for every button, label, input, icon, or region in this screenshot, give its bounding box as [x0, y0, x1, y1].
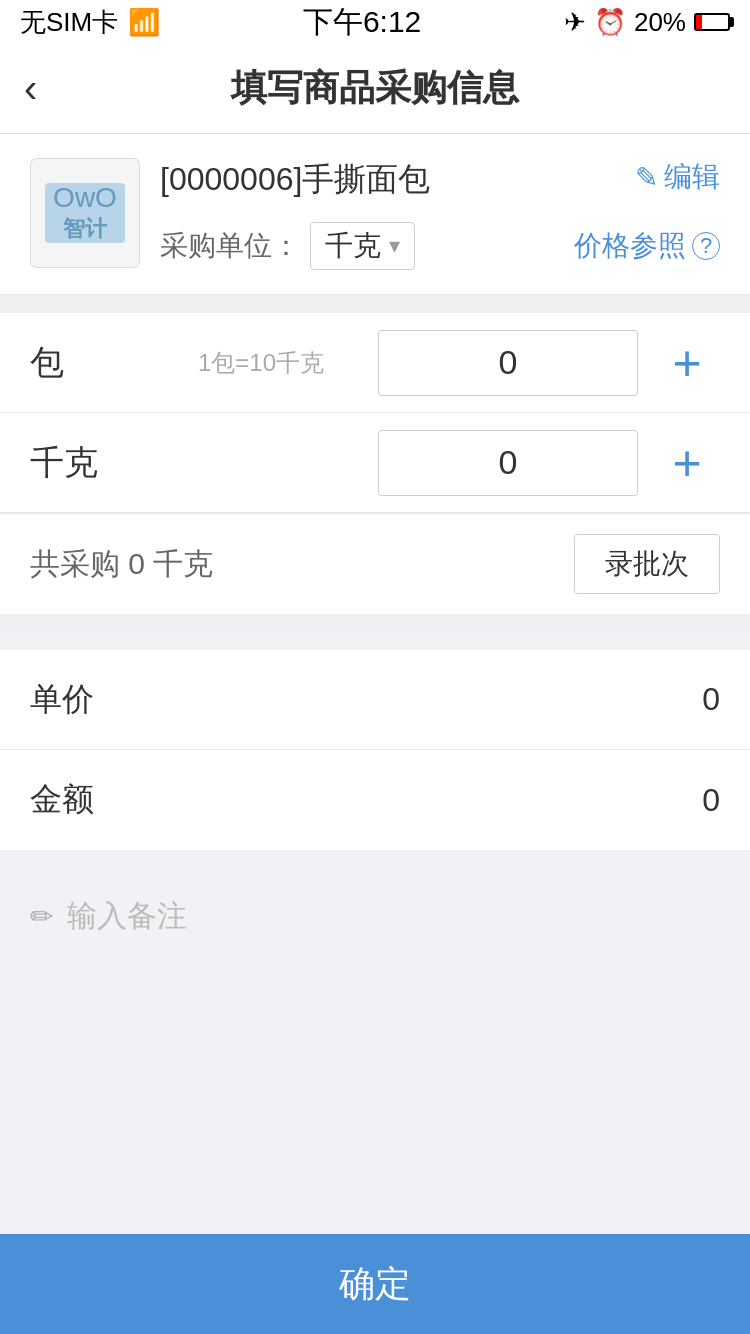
kg-input[interactable]	[378, 430, 638, 496]
page-title: 填写商品采购信息	[231, 64, 519, 113]
amount-row: 金额 0	[0, 750, 750, 850]
kg-label: 千克	[30, 440, 190, 486]
battery-icon	[694, 13, 730, 31]
amount-label: 金额	[30, 778, 94, 822]
kg-input-wrap: +	[190, 430, 720, 496]
logo-text: 智计	[63, 214, 107, 244]
kg-row: 千克 +	[0, 413, 750, 513]
product-info: [0000006]手撕面包 ✎ 编辑 采购单位： 千克 ▾ 价格参照 ?	[160, 158, 720, 270]
product-logo: OwO 智计	[45, 183, 125, 243]
carrier-label: 无SIM卡	[20, 5, 118, 40]
bao-plus-button[interactable]: +	[654, 330, 720, 396]
unit-selector[interactable]: 千克 ▾	[310, 222, 415, 270]
product-card: OwO 智计 [0000006]手撕面包 ✎ 编辑 采购单位： 千克 ▾ 价格参…	[0, 134, 750, 295]
alarm-icon: ⏰	[594, 7, 626, 38]
battery-percent: 20%	[634, 7, 686, 38]
dropdown-arrow-icon: ▾	[389, 233, 400, 259]
status-bar: 无SIM卡 📶 下午6:12 ✈ ⏰ 20%	[0, 0, 750, 44]
bao-input-section: 包 1包=10千克 +	[0, 313, 750, 413]
summary-section: 共采购 0 千克 录批次	[0, 513, 750, 614]
product-image: OwO 智计	[30, 158, 140, 268]
price-ref-button[interactable]: 价格参照 ?	[574, 227, 720, 265]
confirm-button[interactable]: 确定	[0, 1234, 750, 1334]
product-name: [0000006]手撕面包	[160, 158, 430, 202]
unit-value: 千克	[325, 227, 381, 265]
info-icon: ?	[692, 232, 720, 260]
product-unit-row: 采购单位： 千克 ▾ 价格参照 ?	[160, 222, 720, 270]
bao-input[interactable]	[378, 330, 638, 396]
amount-value: 0	[702, 782, 720, 819]
confirm-section: 确定	[0, 1234, 750, 1334]
edit-button[interactable]: ✎ 编辑	[635, 158, 720, 196]
unit-price-value: 0	[702, 681, 720, 718]
bao-sublabel: 1包=10千克	[198, 347, 324, 379]
status-left: 无SIM卡 📶	[20, 5, 160, 40]
status-right: ✈ ⏰ 20%	[564, 7, 730, 38]
unit-price-row: 单价 0	[0, 650, 750, 750]
location-icon: ✈	[564, 7, 586, 38]
back-button[interactable]: ‹	[24, 66, 37, 111]
unit-label-text: 采购单位：	[160, 227, 300, 265]
kg-plus-button[interactable]: +	[654, 430, 720, 496]
unit-price-label: 单价	[30, 678, 94, 722]
kg-input-section: 千克 +	[0, 413, 750, 513]
summary-row: 共采购 0 千克 录批次	[0, 514, 750, 614]
pencil-icon: ✏	[30, 900, 53, 933]
wifi-icon: 📶	[128, 7, 160, 38]
status-time: 下午6:12	[303, 2, 421, 43]
batch-button[interactable]: 录批次	[574, 534, 720, 594]
bao-row: 包 1包=10千克 +	[0, 313, 750, 413]
bao-label: 包	[30, 340, 190, 386]
summary-text: 共采购 0 千克	[30, 544, 213, 585]
section-divider-2	[0, 614, 750, 632]
section-divider-1	[0, 295, 750, 313]
product-header: [0000006]手撕面包 ✎ 编辑	[160, 158, 720, 202]
logo-eyes-icon: OwO	[53, 182, 117, 214]
remark-section[interactable]: ✏ 输入备注	[0, 868, 750, 965]
price-section: 单价 0 金额 0	[0, 650, 750, 850]
bao-input-wrap: +	[324, 330, 720, 396]
nav-bar: ‹ 填写商品采购信息	[0, 44, 750, 134]
edit-icon: ✎	[635, 161, 658, 194]
remark-placeholder: 输入备注	[67, 896, 187, 937]
